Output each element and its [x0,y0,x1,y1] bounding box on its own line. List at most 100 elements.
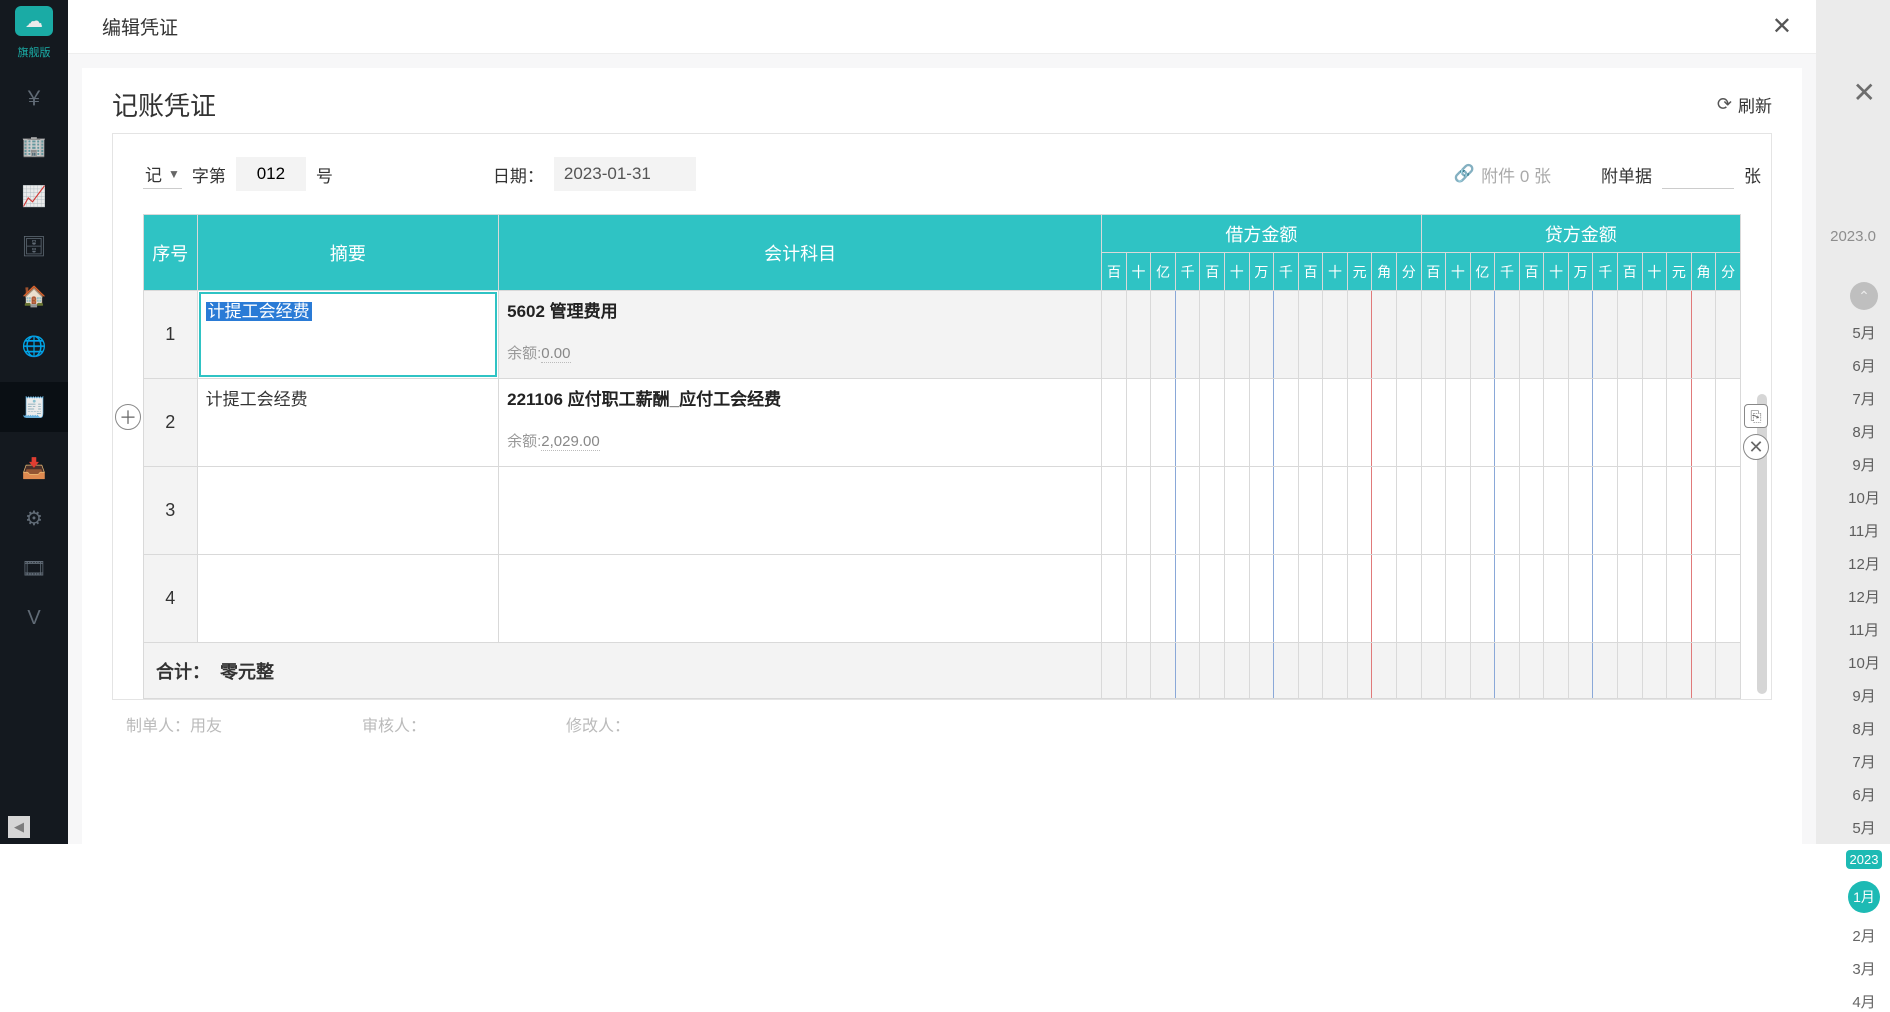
credit-cell[interactable] [1519,467,1544,555]
credit-cell[interactable] [1691,379,1716,467]
credit-cell[interactable] [1618,555,1643,643]
debit-cell[interactable] [1175,379,1200,467]
credit-cell[interactable] [1544,379,1569,467]
debit-cell[interactable] [1249,379,1274,467]
credit-cell[interactable] [1421,467,1446,555]
credit-cell[interactable] [1568,291,1593,379]
credit-cell[interactable] [1667,467,1692,555]
add-row-button[interactable]: ＋ [115,404,141,430]
debit-cell[interactable] [1347,467,1372,555]
debit-cell[interactable] [1225,379,1250,467]
year-badge[interactable]: 2023 [1846,850,1883,869]
debit-cell[interactable] [1126,379,1151,467]
month-item[interactable]: 4月 [1852,991,1875,1012]
debit-cell[interactable] [1175,555,1200,643]
debit-cell[interactable] [1298,467,1323,555]
debit-cell[interactable] [1102,555,1127,643]
debit-cell[interactable] [1396,467,1421,555]
credit-cell[interactable] [1716,467,1741,555]
credit-cell[interactable] [1519,379,1544,467]
attachment-link[interactable]: 🔗 附件 0 张 [1454,162,1551,187]
debit-cell[interactable] [1126,291,1151,379]
credit-cell[interactable] [1519,291,1544,379]
credit-cell[interactable] [1716,555,1741,643]
debit-cell[interactable] [1298,555,1323,643]
debit-cell[interactable] [1249,291,1274,379]
account-cell[interactable] [499,555,1102,643]
credit-cell[interactable] [1642,291,1667,379]
debit-cell[interactable] [1126,555,1151,643]
debit-cell[interactable] [1151,379,1176,467]
month-item[interactable]: 3月 [1852,958,1875,979]
credit-cell[interactable] [1691,291,1716,379]
debit-cell[interactable] [1274,555,1299,643]
copy-row-button[interactable]: ⎘ [1744,404,1768,428]
debit-cell[interactable] [1200,379,1225,467]
credit-cell[interactable] [1421,291,1446,379]
debit-cell[interactable] [1323,291,1348,379]
credit-cell[interactable] [1593,555,1618,643]
credit-cell[interactable] [1593,291,1618,379]
debit-cell[interactable] [1298,379,1323,467]
credit-cell[interactable] [1716,379,1741,467]
debit-cell[interactable] [1347,291,1372,379]
credit-cell[interactable] [1667,291,1692,379]
debit-cell[interactable] [1274,291,1299,379]
credit-cell[interactable] [1642,555,1667,643]
debit-cell[interactable] [1372,379,1397,467]
debit-cell[interactable] [1372,291,1397,379]
credit-cell[interactable] [1446,467,1471,555]
account-cell[interactable]: 5602 管理费用余额:0.00 [499,291,1102,379]
voucher-number-input[interactable] [236,157,306,191]
credit-cell[interactable] [1495,555,1520,643]
summary-cell[interactable]: 计提工会经费 [197,379,499,467]
credit-cell[interactable] [1470,555,1495,643]
debit-cell[interactable] [1102,291,1127,379]
debit-cell[interactable] [1347,555,1372,643]
debit-cell[interactable] [1200,291,1225,379]
attachment-count-input[interactable] [1662,159,1734,189]
credit-cell[interactable] [1568,379,1593,467]
refresh-button[interactable]: ⟳ 刷新 [1717,92,1772,117]
credit-cell[interactable] [1446,291,1471,379]
credit-cell[interactable] [1495,467,1520,555]
debit-cell[interactable] [1225,291,1250,379]
debit-cell[interactable] [1126,467,1151,555]
debit-cell[interactable] [1151,555,1176,643]
debit-cell[interactable] [1200,555,1225,643]
credit-cell[interactable] [1519,555,1544,643]
credit-cell[interactable] [1544,555,1569,643]
debit-cell[interactable] [1347,379,1372,467]
credit-cell[interactable] [1495,379,1520,467]
credit-cell[interactable] [1446,555,1471,643]
debit-cell[interactable] [1175,467,1200,555]
credit-cell[interactable] [1421,555,1446,643]
debit-cell[interactable] [1372,555,1397,643]
credit-cell[interactable] [1470,291,1495,379]
summary-cell[interactable]: 计提工会经费 [197,291,499,379]
debit-cell[interactable] [1151,467,1176,555]
credit-cell[interactable] [1544,291,1569,379]
voucher-type-select[interactable]: 记 ▼ [143,159,182,189]
debit-cell[interactable] [1102,467,1127,555]
summary-cell[interactable] [197,467,499,555]
debit-cell[interactable] [1102,379,1127,467]
debit-cell[interactable] [1396,555,1421,643]
credit-cell[interactable] [1618,291,1643,379]
delete-row-button[interactable]: ✕ [1743,434,1769,460]
credit-cell[interactable] [1618,379,1643,467]
debit-cell[interactable] [1225,555,1250,643]
account-cell[interactable] [499,467,1102,555]
debit-cell[interactable] [1396,291,1421,379]
current-month-badge[interactable]: 1月 [1848,881,1880,913]
credit-cell[interactable] [1446,379,1471,467]
debit-cell[interactable] [1225,467,1250,555]
debit-cell[interactable] [1323,555,1348,643]
credit-cell[interactable] [1495,291,1520,379]
credit-cell[interactable] [1568,467,1593,555]
summary-cell[interactable] [197,555,499,643]
credit-cell[interactable] [1618,467,1643,555]
credit-cell[interactable] [1544,467,1569,555]
debit-cell[interactable] [1323,467,1348,555]
month-item[interactable]: 2月 [1852,925,1875,946]
